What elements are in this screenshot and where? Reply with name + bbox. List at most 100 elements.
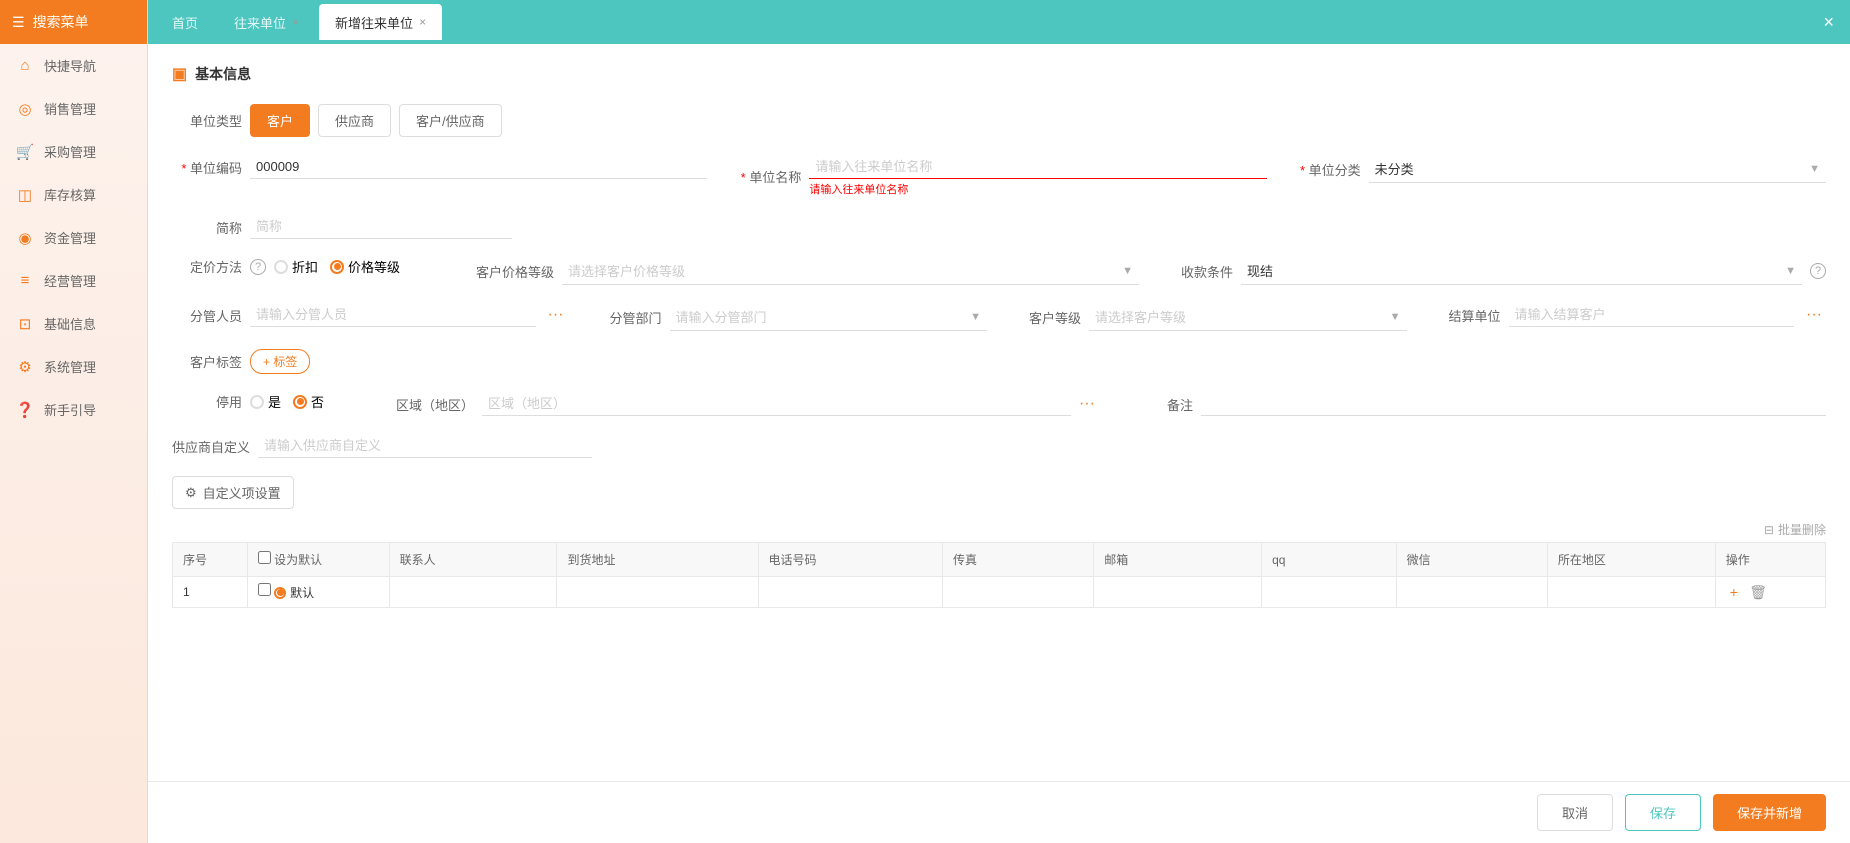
save-button[interactable]: 保存	[1625, 794, 1701, 831]
save-and-new-button[interactable]: 保存并新增	[1713, 794, 1826, 831]
batch-delete-label: 批量删除	[1778, 521, 1826, 538]
unit-type-supplier-btn[interactable]: 供应商	[318, 104, 391, 137]
region-more-btn[interactable]: ···	[1075, 395, 1099, 413]
abbr-input[interactable]	[250, 215, 512, 239]
unit-name-input[interactable]	[809, 155, 1266, 179]
dept-label: 分管部门	[592, 308, 662, 327]
dept-select[interactable]: 请输入分管部门 ▼	[670, 303, 988, 331]
sidebar-item-system[interactable]: ⚙ 系统管理	[0, 345, 147, 388]
remark-label: 备注	[1123, 395, 1193, 414]
tab-new-contact[interactable]: 新增往来单位 ×	[319, 4, 442, 40]
unit-category-field: 单位分类 未分类 ▼	[1291, 155, 1826, 183]
sidebar-item-label: 系统管理	[44, 357, 96, 376]
add-tag-button[interactable]: + 标签	[250, 349, 310, 374]
fax-input[interactable]	[953, 585, 1023, 600]
customer-price-level-label: 客户价格等级	[476, 262, 554, 281]
table-body: 1 默认	[173, 577, 1826, 608]
main-close-button[interactable]: ×	[1815, 12, 1842, 33]
cell-wechat[interactable]	[1396, 577, 1547, 608]
cell-qq[interactable]	[1262, 577, 1397, 608]
disabled-yes-radio[interactable]: 是	[250, 392, 281, 411]
unit-type-both-btn[interactable]: 客户/供应商	[399, 104, 502, 137]
purchase-icon: 🛒	[16, 143, 34, 161]
sidebar-item-operation[interactable]: ≡ 经营管理	[0, 259, 147, 302]
manager-more-btn[interactable]: ···	[544, 306, 568, 324]
col-fax: 传真	[943, 543, 1094, 577]
main-content: 首页 往来单位 × 新增往来单位 × × ▣ 基本信息 单位类型 客户 供应商 …	[148, 0, 1850, 843]
cell-contact[interactable]	[389, 577, 557, 608]
unit-info-row: 单位编码 单位名称 请输入往来单位名称 单位分类 未分类 ▼	[172, 155, 1826, 197]
unit-type-row: 单位类型 客户 供应商 客户/供应商	[172, 104, 1826, 137]
customer-level-label: 客户等级	[1011, 308, 1081, 327]
settlement-more-btn[interactable]: ···	[1802, 306, 1826, 324]
unit-code-input[interactable]	[250, 155, 707, 179]
table-header: 序号 设为默认 联系人 到货地址 电话号码 传真 邮箱 qq 微信 所在地区 操…	[173, 543, 1826, 577]
manager-label: 分管人员	[172, 306, 242, 325]
customer-level-select[interactable]: 请选择客户等级 ▼	[1089, 303, 1407, 331]
unit-category-select[interactable]: 未分类 ▼	[1369, 155, 1826, 183]
sidebar-item-inventory[interactable]: ◫ 库存核算	[0, 173, 147, 216]
region-input[interactable]	[482, 392, 1071, 416]
pricing-radio-level-label: 价格等级	[348, 257, 400, 276]
payment-terms-label: 收款条件	[1163, 262, 1233, 281]
sidebar-item-guide[interactable]: ❓ 新手引导	[0, 388, 147, 431]
settlement-unit-input[interactable]	[1509, 303, 1795, 327]
tab-contact[interactable]: 往来单位 ×	[218, 4, 315, 40]
phone-input[interactable]	[769, 585, 859, 600]
disabled-no-radio[interactable]: 否	[293, 392, 324, 411]
wechat-input[interactable]	[1407, 585, 1477, 600]
sidebar-item-purchase[interactable]: 🛒 采购管理	[0, 130, 147, 173]
unit-type-group: 客户 供应商 客户/供应商	[250, 104, 502, 137]
cell-action: + 🗑	[1715, 577, 1825, 608]
email-input[interactable]	[1104, 585, 1184, 600]
unit-type-customer-btn[interactable]: 客户	[250, 104, 310, 137]
row-default-radio[interactable]: 默认	[274, 584, 314, 601]
custom-settings-label: 自定义项设置	[203, 483, 281, 502]
cell-fax[interactable]	[943, 577, 1094, 608]
payment-terms-select[interactable]: 现结 ▼	[1241, 257, 1802, 285]
tag-field: 客户标签 + 标签	[172, 349, 432, 374]
sidebar-item-finance[interactable]: ◉ 资金管理	[0, 216, 147, 259]
sidebar-item-basic[interactable]: ⊡ 基础信息	[0, 302, 147, 345]
contact-input[interactable]	[400, 585, 480, 600]
cell-email[interactable]	[1094, 577, 1262, 608]
sidebar-search-label: 搜索菜单	[33, 12, 89, 32]
cell-region[interactable]	[1547, 577, 1715, 608]
payment-terms-help-icon[interactable]: ?	[1810, 263, 1826, 279]
remark-input[interactable]	[1201, 392, 1826, 416]
cell-phone[interactable]	[758, 577, 942, 608]
sidebar-item-sales[interactable]: ◎ 销售管理	[0, 87, 147, 130]
remark-field: 备注	[1123, 392, 1826, 416]
batch-delete-area[interactable]: ⊟ 批量删除	[172, 521, 1826, 538]
row-region-input[interactable]	[1558, 585, 1638, 600]
tab-contact-close[interactable]: ×	[292, 15, 299, 29]
chevron-down-icon2: ▼	[1122, 265, 1133, 277]
row-checkbox[interactable]	[258, 583, 271, 596]
sidebar-search[interactable]: ☰ 搜索菜单	[0, 0, 147, 44]
custom-settings-button[interactable]: ⚙ 自定义项设置	[172, 476, 294, 509]
sidebar: ☰ 搜索菜单 ⌂ 快捷导航 ◎ 销售管理 🛒 采购管理 ◫ 库存核算 ◉ 资金管…	[0, 0, 148, 843]
delete-row-button[interactable]: 🗑	[1745, 584, 1771, 600]
sidebar-item-label: 库存核算	[44, 185, 96, 204]
unit-type-label: 单位类型	[172, 111, 242, 130]
address-input[interactable]	[567, 585, 667, 600]
qq-input[interactable]	[1272, 585, 1332, 600]
radio-circle-no	[293, 395, 307, 409]
supplier-custom-input[interactable]	[258, 434, 592, 458]
tab-bar: 首页 往来单位 × 新增往来单位 × ×	[148, 0, 1850, 44]
pricing-radio-level[interactable]: 价格等级	[330, 257, 400, 276]
cell-default: 默认	[247, 577, 389, 608]
select-all-checkbox[interactable]	[258, 551, 271, 564]
tab-home[interactable]: 首页	[156, 4, 214, 40]
batch-delete-icon: ⊟	[1764, 523, 1774, 537]
pricing-radio-discount[interactable]: 折扣	[274, 257, 318, 276]
cell-address[interactable]	[557, 577, 758, 608]
home-icon: ⌂	[16, 57, 34, 75]
add-row-button[interactable]: +	[1726, 584, 1742, 600]
sidebar-item-quick-nav[interactable]: ⌂ 快捷导航	[0, 44, 147, 87]
cancel-button[interactable]: 取消	[1537, 794, 1613, 831]
tab-new-contact-close[interactable]: ×	[419, 15, 426, 29]
pricing-help-icon[interactable]: ?	[250, 259, 266, 275]
customer-price-level-select[interactable]: 请选择客户价格等级 ▼	[562, 257, 1139, 285]
manager-input[interactable]	[250, 303, 536, 327]
